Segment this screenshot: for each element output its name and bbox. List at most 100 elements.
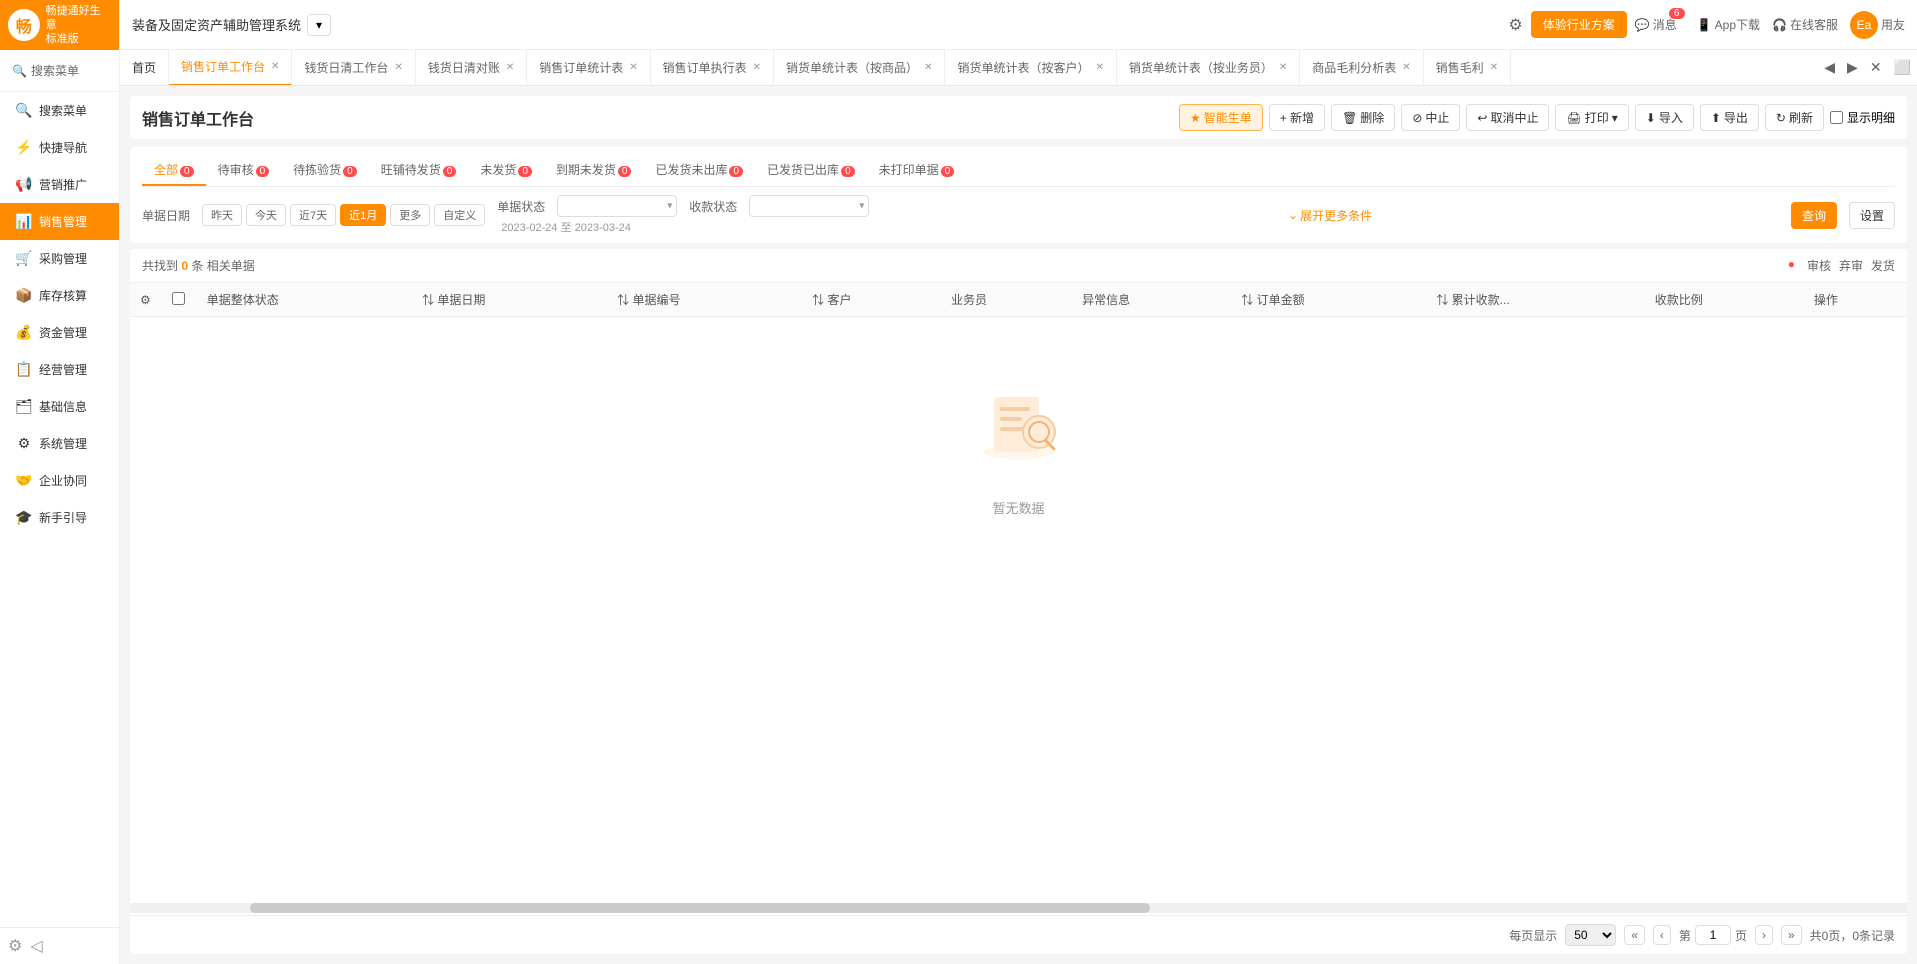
topbar-dropdown-button[interactable]: ▾: [307, 14, 331, 36]
search-button[interactable]: 查询: [1791, 202, 1837, 229]
tab-close-sales-staff[interactable]: ✕: [1279, 62, 1287, 73]
stop-button[interactable]: ⊘ 中止: [1401, 104, 1460, 131]
prev-page-button[interactable]: ‹: [1653, 925, 1671, 945]
nav-icon-inventory: 📦: [15, 287, 33, 304]
topbar-gear-button[interactable]: ⚙: [1508, 15, 1522, 35]
ship-button[interactable]: 发货: [1871, 257, 1895, 274]
sidebar-item-purchase[interactable]: 🛒采购管理: [0, 240, 119, 277]
page-input[interactable]: [1695, 925, 1731, 945]
sidebar-item-sales[interactable]: 📊销售管理: [0, 203, 119, 240]
filter-tab-shipped-in[interactable]: 已发货未出库0: [643, 155, 755, 186]
sidebar-item-system[interactable]: ⚙系统管理: [0, 425, 119, 462]
payment-select[interactable]: [749, 195, 869, 217]
delete-button[interactable]: 🗑 删除: [1331, 104, 1395, 131]
tab-sales-staff[interactable]: 销货单统计表（按业务员）✕: [1117, 50, 1300, 86]
horizontal-scrollbar[interactable]: [130, 903, 1907, 913]
sidebar-item-operations[interactable]: 📋经营管理: [0, 351, 119, 388]
approve-button[interactable]: 审核: [1807, 257, 1831, 274]
sidebar-item-guide[interactable]: 🎓新手引导: [0, 499, 119, 536]
filter-tab-not-shipped[interactable]: 未发货0: [468, 155, 544, 186]
export-button[interactable]: ⬆ 导出: [1700, 104, 1759, 131]
per-page-select[interactable]: 50 10 20 100: [1565, 924, 1616, 946]
sidebar-item-finance[interactable]: 💰资金管理: [0, 314, 119, 351]
show-detail-checkbox[interactable]: [1830, 111, 1843, 124]
tab-gross-profit[interactable]: 商品毛利分析表✕: [1300, 50, 1423, 86]
filter-tab-pending[interactable]: 待审核0: [206, 155, 282, 186]
filter-tab-shipped-out[interactable]: 已发货已出库0: [755, 155, 867, 186]
tab-cash-daily[interactable]: 钱货日清工作台✕: [292, 50, 415, 86]
unapprove-button[interactable]: 弃审: [1839, 257, 1863, 274]
filter-tab-count-pending-check: 0: [343, 166, 357, 177]
expand-filter-button[interactable]: ⌄ 展开更多条件: [1288, 207, 1372, 224]
table-wrapper: ⚙ 单据整体状态 ⇅ 单据日期 ⇅ 单据编号 ⇅ 客户 业务员 异常信息 ⇅ 订…: [130, 283, 1907, 901]
tab-close-sales-customer[interactable]: ✕: [1095, 62, 1103, 73]
sidebar-item-enterprise[interactable]: 🤝企业协同: [0, 462, 119, 499]
sidebar-item-search[interactable]: 🔍搜索菜单: [0, 92, 119, 129]
date-filter-more[interactable]: 更多: [390, 204, 430, 226]
first-page-button[interactable]: «: [1624, 925, 1645, 945]
tab-close-cash-reconcile[interactable]: ✕: [506, 62, 514, 73]
col-number[interactable]: ⇅ 单据编号: [607, 283, 802, 317]
sidebar-item-quick[interactable]: ⚡快捷导航: [0, 129, 119, 166]
search-menu-button[interactable]: 🔍 搜索菜单: [8, 58, 111, 83]
tab-sales-customer[interactable]: 销货单统计表（按客户）✕: [945, 50, 1116, 86]
col-collected[interactable]: ⇅ 累计收款...: [1426, 283, 1644, 317]
pagination: 每页显示 50 10 20 100 « ‹ 第 页 › » 共0页，0条记录: [130, 915, 1907, 954]
tab-home[interactable]: 首页: [120, 50, 169, 86]
tab-close-gross-profit[interactable]: ✕: [1402, 62, 1410, 73]
date-filter-7days[interactable]: 近7天: [290, 204, 336, 226]
date-filter-1month[interactable]: 近1月: [340, 204, 386, 226]
smart-create-button[interactable]: ★ 智能生单: [1179, 104, 1263, 131]
date-filter-today[interactable]: 今天: [246, 204, 286, 226]
tab-sales-workbench[interactable]: 销售订单工作台✕: [169, 50, 292, 86]
tab-sales-stats[interactable]: 销售订单统计表✕: [527, 50, 650, 86]
last-page-button[interactable]: »: [1781, 925, 1802, 945]
filter-tab-unprinted[interactable]: 未打印单据0: [867, 155, 967, 186]
refresh-button[interactable]: ↻ 刷新: [1765, 104, 1824, 131]
tab-sales-exec[interactable]: 销售订单执行表✕: [651, 50, 774, 86]
tab-close-sales-workbench[interactable]: ✕: [271, 61, 279, 72]
settings-filter-button[interactable]: 设置: [1849, 202, 1895, 229]
online-service-button[interactable]: 🎧 在线客服: [1772, 16, 1838, 33]
cancel-stop-button[interactable]: ↩ 取消中止: [1466, 104, 1549, 131]
tab-scroll-right-button[interactable]: ▶: [1841, 50, 1864, 86]
add-button[interactable]: + 新增: [1269, 104, 1325, 131]
status-select[interactable]: [557, 195, 677, 217]
tab-close-sales-stats[interactable]: ✕: [629, 62, 637, 73]
date-filter-yesterday[interactable]: 昨天: [202, 204, 242, 226]
next-page-button[interactable]: ›: [1755, 925, 1773, 945]
scroll-thumb[interactable]: [250, 903, 1150, 913]
print-button[interactable]: 🖨 打印 ▾: [1555, 104, 1628, 131]
import-button[interactable]: ⬇ 导入: [1635, 104, 1694, 131]
date-filter-custom[interactable]: 自定义: [434, 204, 485, 226]
tab-close-all-button[interactable]: ✕: [1864, 50, 1888, 86]
tab-scroll-left-button[interactable]: ◀: [1818, 50, 1841, 86]
col-customer[interactable]: ⇅ 客户: [802, 283, 941, 317]
app-download-button[interactable]: 📱 App下载: [1697, 16, 1760, 33]
tab-close-cash-daily[interactable]: ✕: [394, 62, 402, 73]
show-detail-toggle[interactable]: 显示明细: [1830, 109, 1895, 126]
trial-btn[interactable]: 体验行业方案: [1531, 11, 1627, 38]
tab-sales-revenue[interactable]: 销售毛利✕: [1424, 50, 1511, 86]
col-date[interactable]: ⇅ 单据日期: [412, 283, 607, 317]
tab-close-sales-revenue[interactable]: ✕: [1490, 62, 1498, 73]
tab-close-sales-exec[interactable]: ✕: [753, 62, 761, 73]
collapse-button[interactable]: ◁: [30, 936, 42, 956]
filter-tab-pending-check[interactable]: 待拣验货0: [281, 155, 369, 186]
select-all-checkbox[interactable]: [172, 292, 185, 305]
tab-sales-product[interactable]: 销货单统计表（按商品）✕: [774, 50, 945, 86]
user-menu-button[interactable]: Ea 用友: [1850, 11, 1905, 39]
filter-tab-all[interactable]: 全部0: [142, 155, 206, 186]
tab-maximize-button[interactable]: ⬜: [1888, 50, 1917, 86]
col-amount[interactable]: ⇅ 订单金额: [1231, 283, 1426, 317]
tab-close-sales-product[interactable]: ✕: [924, 62, 932, 73]
filter-tab-overdue[interactable]: 到期未发货0: [544, 155, 644, 186]
filter-tab-wangpu[interactable]: 旺铺待发货0: [369, 155, 469, 186]
tab-cash-reconcile[interactable]: 钱货日清对账✕: [416, 50, 527, 86]
sidebar-item-inventory[interactable]: 📦库存核算: [0, 277, 119, 314]
settings-button[interactable]: ⚙: [8, 936, 22, 956]
sidebar-item-marketing[interactable]: 📢营销推广: [0, 166, 119, 203]
star-icon: ★: [1190, 111, 1201, 125]
message-button[interactable]: 💬 消息 6: [1635, 16, 1677, 33]
sidebar-item-basic[interactable]: 🗂基础信息: [0, 388, 119, 425]
